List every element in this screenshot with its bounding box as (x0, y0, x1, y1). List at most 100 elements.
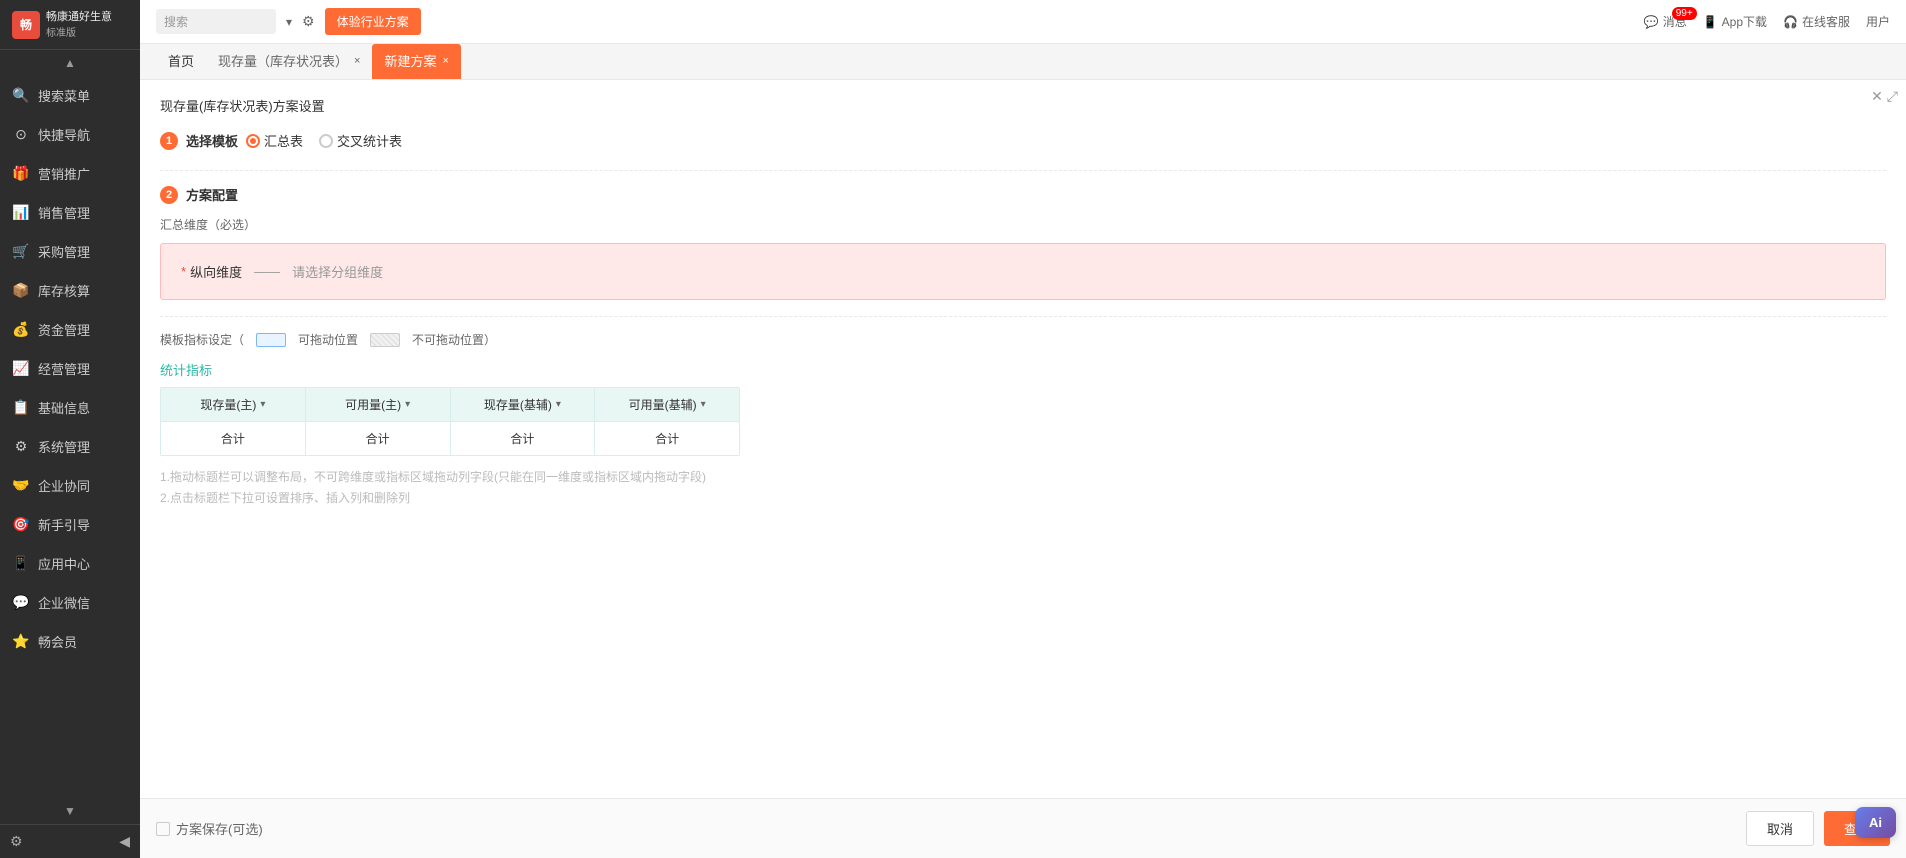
system-icon: ⚙ (12, 438, 30, 456)
tab-new-plan-label: 新建方案 (384, 51, 436, 70)
expand-panel-icon[interactable]: ⤢ (1887, 88, 1898, 105)
topbar-right: 💬 消息 99+ 📱 App下载 🎧 在线客服 用户 (1644, 13, 1890, 30)
chevron-2-icon[interactable]: ▾ (405, 399, 410, 410)
sidebar-item-label: 库存核算 (38, 281, 90, 300)
header-cell-4[interactable]: 可用量(基辅) ▾ (595, 388, 739, 421)
sidebar-item-label: 销售管理 (38, 203, 90, 222)
draggable-label: 可拖动位置 (298, 331, 358, 348)
sidebar: 畅 畅康通好生意 标准版 ▲ 🔍 搜索菜单 ⊙ 快捷导航 🎁 营销推广 📊 销售… (0, 0, 140, 858)
dim-placeholder[interactable]: 请选择分组维度 (292, 262, 383, 281)
body-cell-2: 合计 (306, 421, 451, 455)
sidebar-item-label: 企业协同 (38, 476, 90, 495)
message-icon: 💬 (1644, 15, 1659, 29)
sidebar-item-label: 企业微信 (38, 593, 90, 612)
section2-header: 2 方案配置 (160, 185, 1886, 204)
header-label-4: 可用量(基辅) (629, 396, 697, 413)
tab-new-plan-close-icon[interactable]: × (442, 55, 448, 67)
sidebar-item-basic-info[interactable]: 📋 基础信息 (0, 388, 140, 427)
sidebar-item-label: 营销推广 (38, 164, 90, 183)
sidebar-item-purchase[interactable]: 🛒 采购管理 (0, 232, 140, 271)
sidebar-item-system[interactable]: ⚙ 系统管理 (0, 427, 140, 466)
section1-num: 1 (160, 132, 178, 150)
topbar-gear-icon[interactable]: ⚙ (302, 13, 315, 30)
phone-icon: 📱 (1703, 15, 1718, 29)
required-star: * (181, 264, 186, 279)
sidebar-item-finance[interactable]: 💰 资金管理 (0, 310, 140, 349)
purchase-icon: 🛒 (12, 243, 30, 261)
sidebar-item-inventory[interactable]: 📦 库存核算 (0, 271, 140, 310)
topbar-search[interactable]: 搜索 (156, 9, 276, 34)
tab-inventory-close-icon[interactable]: × (354, 55, 360, 67)
stats-title: 统计指标 (160, 360, 1886, 379)
app-logo: 畅 畅康通好生意 标准版 (0, 0, 140, 50)
sidebar-item-operation[interactable]: 📈 经营管理 (0, 349, 140, 388)
header-cell-2[interactable]: 可用量(主) ▾ (306, 388, 451, 421)
save-checkbox-box[interactable] (156, 822, 170, 836)
chevron-4-icon[interactable]: ▾ (701, 399, 706, 410)
headset-icon: 🎧 (1783, 15, 1798, 29)
cancel-button[interactable]: 取消 (1746, 811, 1814, 846)
tab-home[interactable]: 首页 (156, 44, 206, 79)
tab-home-label: 首页 (168, 51, 194, 70)
user-menu[interactable]: 用户 (1866, 13, 1890, 30)
main-area: 搜索 ▾ ⚙ 体验行业方案 💬 消息 99+ 📱 App下载 🎧 在线客服 用户 (140, 0, 1906, 858)
radio-summary[interactable]: 汇总表 (246, 131, 303, 150)
body-cell-3: 合计 (451, 421, 596, 455)
panel-controls: ✕ ⤢ (1871, 88, 1898, 105)
page-title: 现存量(库存状况表)方案设置 (160, 96, 1886, 115)
draggable-indicator (256, 333, 286, 347)
collapse-icon[interactable]: ◀ (119, 833, 130, 850)
sidebar-scroll-bottom[interactable]: ▼ (0, 798, 140, 824)
marketing-icon: 🎁 (12, 165, 30, 183)
sidebar-scroll-top[interactable]: ▲ (0, 50, 140, 76)
chevron-3-icon[interactable]: ▾ (556, 399, 561, 410)
appcenter-icon: 📱 (12, 555, 30, 573)
chevron-1-icon[interactable]: ▾ (260, 399, 265, 410)
online-service-btn[interactable]: 🎧 在线客服 (1783, 13, 1850, 30)
tab-inventory-status[interactable]: 现存量（库存状况表） × (206, 44, 372, 79)
sidebar-item-quick-nav[interactable]: ⊙ 快捷导航 (0, 115, 140, 154)
sidebar-item-marketing[interactable]: 🎁 营销推广 (0, 154, 140, 193)
section1-title: 选择模板 (186, 131, 238, 150)
sidebar-item-search[interactable]: 🔍 搜索菜单 (0, 76, 140, 115)
sidebar-item-label: 快捷导航 (38, 125, 90, 144)
tab-new-plan[interactable]: 新建方案 × (372, 44, 460, 79)
close-panel-icon[interactable]: ✕ (1871, 88, 1883, 105)
app-download-btn[interactable]: 📱 App下载 (1703, 13, 1767, 30)
sidebar-item-enterprise[interactable]: 🤝 企业协同 (0, 466, 140, 505)
sidebar-item-label: 采购管理 (38, 242, 90, 261)
aggregate-label: 汇总维度（必选） (160, 216, 1886, 233)
body-cell-1: 合计 (161, 421, 306, 455)
stats-table-header: 现存量(主) ▾ 可用量(主) ▾ 现存量(基辅) ▾ 可用量(基辅) (161, 388, 739, 421)
tip-2: 2.点击标题栏下拉可设置排序、插入列和删除列 (160, 489, 1886, 506)
sidebar-item-enterprise-wechat[interactable]: 💬 企业微信 (0, 583, 140, 622)
message-badge: 99+ (1672, 7, 1697, 20)
ai-float-button[interactable]: Ai (1855, 807, 1896, 838)
inventory-icon: 📦 (12, 282, 30, 300)
sidebar-item-newbie[interactable]: 🎯 新手引导 (0, 505, 140, 544)
dropdown-arrow-icon[interactable]: ▾ (286, 15, 292, 29)
save-checkbox-label: 方案保存(可选) (176, 819, 263, 838)
save-checkbox[interactable]: 方案保存(可选) (156, 819, 263, 838)
tab-bar: 首页 现存量（库存状况表） × 新建方案 × (140, 44, 1906, 80)
header-cell-1[interactable]: 现存量(主) ▾ (161, 388, 306, 421)
stats-table: 现存量(主) ▾ 可用量(主) ▾ 现存量(基辅) ▾ 可用量(基辅) (160, 387, 740, 456)
message-btn[interactable]: 💬 消息 99+ (1644, 13, 1687, 30)
sidebar-item-sales[interactable]: 📊 销售管理 (0, 193, 140, 232)
finance-icon: 💰 (12, 321, 30, 339)
settings-icon[interactable]: ⚙ (10, 833, 23, 850)
dash-line: —— (254, 264, 280, 279)
sidebar-item-label: 系统管理 (38, 437, 90, 456)
footer: 方案保存(可选) 取消 查询 (140, 798, 1906, 858)
sidebar-item-app-center[interactable]: 📱 应用中心 (0, 544, 140, 583)
sidebar-item-member[interactable]: ⭐ 畅会员 (0, 622, 140, 661)
topbar-left: 搜索 ▾ ⚙ 体验行业方案 (156, 8, 421, 35)
radio-cross[interactable]: 交叉统计表 (319, 131, 402, 150)
app-download-label: App下载 (1722, 13, 1767, 30)
header-cell-3[interactable]: 现存量(基辅) ▾ (451, 388, 596, 421)
sidebar-item-label: 资金管理 (38, 320, 90, 339)
user-label: 用户 (1866, 15, 1890, 29)
body-cell-4: 合计 (595, 421, 739, 455)
industry-btn[interactable]: 体验行业方案 (325, 8, 421, 35)
search-icon: 🔍 (12, 87, 30, 105)
